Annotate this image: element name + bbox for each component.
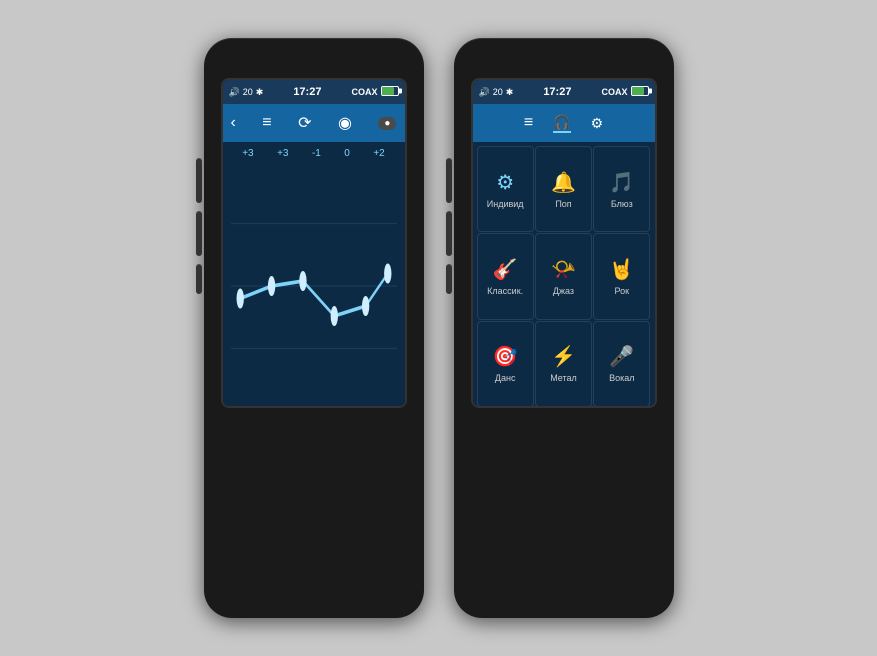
right-statusbar-right: COAX <box>601 86 648 98</box>
eq-val-2: +3 <box>277 148 288 159</box>
menu-top-headphone-icon[interactable]: 🎧 <box>553 114 570 133</box>
dance-icon: 🎯 <box>493 344 518 369</box>
left-screen: 🔊 20 ✱ 17:27 COAX ‹ ≡ ⟳ ◉ <box>221 78 407 408</box>
back-icon[interactable]: ‹ <box>231 114 236 132</box>
right-time: 17:27 <box>543 86 571 98</box>
eq-val-1: +3 <box>242 148 253 159</box>
left-device-buttons <box>196 158 202 294</box>
right-screen: 🔊 20 ✱ 17:27 COAX ≡ 🎧 ⚙ <box>471 78 657 408</box>
menu-top-eq-icon[interactable]: ≡ <box>524 114 533 132</box>
timer-icon[interactable]: ⟳ <box>298 113 311 133</box>
eq-dot-3[interactable] <box>299 271 306 291</box>
menu-top-comb-icon[interactable]: ⚙ <box>591 115 604 132</box>
eq-dot-4[interactable] <box>330 306 337 326</box>
menu-item-vocal[interactable]: 🎤 Вокал <box>593 321 650 407</box>
right-volume-down-button[interactable] <box>446 211 452 256</box>
eq-val-4: 0 <box>344 148 350 159</box>
left-device: 🔊 20 ✱ 17:27 COAX ‹ ≡ ⟳ ◉ <box>204 38 424 618</box>
menu-item-metal[interactable]: ⚡ Метал <box>535 321 592 407</box>
circle-icon[interactable]: ◉ <box>338 113 352 133</box>
eq-screen: ‹ ≡ ⟳ ◉ ● +3 +3 -1 0 +2 <box>223 104 405 408</box>
bluetooth-icon: ✱ <box>256 87 264 98</box>
classic-label: Классик. <box>487 286 523 296</box>
classic-icon: 🎸 <box>493 257 518 282</box>
right-volume-value: 20 <box>493 87 503 97</box>
eq-dot-2[interactable] <box>267 276 274 296</box>
eq-svg <box>231 161 397 408</box>
menu-item-pop[interactable]: 🔔 Поп <box>535 146 592 232</box>
eq-dot-1[interactable] <box>236 289 243 309</box>
left-battery <box>381 86 399 98</box>
dance-label: Данс <box>495 373 516 383</box>
right-battery-fill <box>632 87 645 95</box>
jazz-label: Джаз <box>553 286 574 296</box>
blues-icon: 🎵 <box>609 170 634 195</box>
right-device: 🔊 20 ✱ 17:27 COAX ≡ 🎧 ⚙ <box>454 38 674 618</box>
vocal-label: Вокал <box>609 373 634 383</box>
menu-grid: ⚙ Индивид 🔔 Поп 🎵 Блюз 🎸 Классик. 📯 <box>473 142 655 408</box>
menu-screen: ≡ 🎧 ⚙ ⚙ Индивид 🔔 Поп 🎵 Блюз <box>473 104 655 408</box>
right-battery-icon <box>631 86 649 96</box>
menu-item-rock[interactable]: 🤘 Рок <box>593 233 650 319</box>
left-statusbar-right: COAX <box>351 86 398 98</box>
left-statusbar-left: 🔊 20 ✱ <box>229 87 264 98</box>
menu-item-jazz[interactable]: 📯 Джаз <box>535 233 592 319</box>
right-statusbar-left: 🔊 20 ✱ <box>479 87 514 98</box>
eq-dot-5[interactable] <box>361 296 368 316</box>
individual-label: Индивид <box>487 199 524 209</box>
toggle-icon[interactable]: ● <box>378 117 396 130</box>
rock-icon: 🤘 <box>609 257 634 282</box>
individual-icon: ⚙ <box>496 170 514 195</box>
right-volume-up-button[interactable] <box>446 158 452 203</box>
volume-icon: 🔊 <box>229 87 240 98</box>
vocal-icon: 🎤 <box>609 344 634 369</box>
rock-label: Рок <box>615 286 630 296</box>
eq-graph <box>223 161 405 408</box>
left-time: 17:27 <box>293 86 321 98</box>
right-statusbar: 🔊 20 ✱ 17:27 COAX <box>473 80 655 104</box>
left-battery-icon <box>381 86 399 96</box>
menu-item-individual[interactable]: ⚙ Индивид <box>477 146 534 232</box>
jazz-icon: 📯 <box>551 257 576 282</box>
eq-lines-icon[interactable]: ≡ <box>262 114 271 132</box>
menu-item-blues[interactable]: 🎵 Блюз <box>593 146 650 232</box>
right-input-label: COAX <box>601 87 627 97</box>
eq-values: +3 +3 -1 0 +2 <box>223 142 405 161</box>
menu-top-bar: ≡ 🎧 ⚙ <box>473 104 655 142</box>
right-battery <box>631 86 649 98</box>
power-button[interactable] <box>196 264 202 294</box>
left-input-label: COAX <box>351 87 377 97</box>
volume-down-button[interactable] <box>196 211 202 256</box>
eq-val-3: -1 <box>312 148 321 159</box>
volume-value: 20 <box>243 87 253 97</box>
right-bluetooth-icon: ✱ <box>506 87 514 98</box>
eq-dot-6[interactable] <box>384 264 391 284</box>
menu-item-classic[interactable]: 🎸 Классик. <box>477 233 534 319</box>
blues-label: Блюз <box>611 199 633 209</box>
eq-val-5: +2 <box>373 148 384 159</box>
menu-item-dance[interactable]: 🎯 Данс <box>477 321 534 407</box>
metal-icon: ⚡ <box>551 344 576 369</box>
pop-icon: 🔔 <box>551 170 576 195</box>
eq-toolbar: ‹ ≡ ⟳ ◉ ● <box>223 104 405 142</box>
right-volume-icon: 🔊 <box>479 87 490 98</box>
right-power-button[interactable] <box>446 264 452 294</box>
right-device-buttons <box>446 158 452 294</box>
metal-label: Метал <box>550 373 577 383</box>
left-statusbar: 🔊 20 ✱ 17:27 COAX <box>223 80 405 104</box>
volume-up-button[interactable] <box>196 158 202 203</box>
left-battery-fill <box>382 87 395 95</box>
pop-label: Поп <box>555 199 571 209</box>
